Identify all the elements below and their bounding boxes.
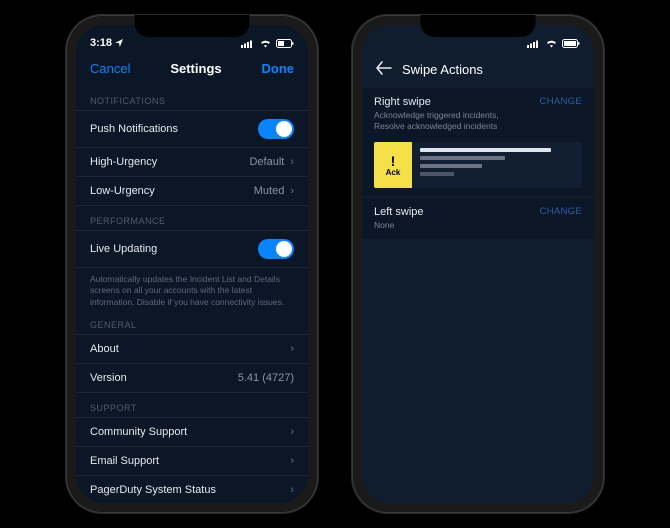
- page-title: Settings: [170, 61, 221, 76]
- row-label: Live Updating: [90, 243, 157, 255]
- signal-icon: [527, 39, 541, 48]
- row-value: Default: [249, 156, 284, 168]
- row-label: About: [90, 343, 119, 355]
- swipe-screen: Swipe Actions Right swipe Acknowledge tr…: [362, 25, 594, 503]
- incident-preview: [412, 142, 582, 188]
- navbar: Cancel Settings Done: [76, 55, 308, 86]
- status-time: 3:18: [90, 37, 123, 49]
- left-swipe-title: Left swipe: [374, 206, 424, 218]
- live-toggle[interactable]: [258, 239, 294, 259]
- row-value: 5.41 (4727): [238, 372, 294, 384]
- chevron-right-icon: ›: [290, 426, 294, 438]
- row-system-status[interactable]: PagerDuty System Status ›: [76, 475, 308, 503]
- back-button[interactable]: [376, 61, 392, 78]
- row-low-urgency[interactable]: Low-Urgency Muted ›: [76, 176, 308, 206]
- section-header-general: GENERAL: [76, 310, 308, 334]
- row-label: Low-Urgency: [90, 185, 155, 197]
- row-push-notifications[interactable]: Push Notifications: [76, 110, 308, 147]
- navbar: Swipe Actions: [362, 55, 594, 88]
- chevron-right-icon: ›: [290, 484, 294, 496]
- page-title: Swipe Actions: [402, 62, 483, 77]
- chevron-right-icon: ›: [290, 455, 294, 467]
- right-swipe-title: Right swipe: [374, 96, 499, 108]
- row-version: Version 5.41 (4727): [76, 363, 308, 393]
- row-label: Push Notifications: [90, 123, 178, 135]
- cancel-button[interactable]: Cancel: [90, 61, 130, 76]
- row-label: PagerDuty System Status: [90, 484, 216, 496]
- wifi-icon: [545, 39, 558, 48]
- done-button[interactable]: Done: [261, 61, 294, 76]
- row-email-support[interactable]: Email Support ›: [76, 446, 308, 475]
- section-header-performance: PERFORMANCE: [76, 206, 308, 230]
- preview-line: [420, 156, 505, 160]
- location-icon: [115, 39, 123, 47]
- row-community-support[interactable]: Community Support ›: [76, 417, 308, 446]
- section-header-notifications: NOTIFICATIONS: [76, 86, 308, 110]
- preview-line: [420, 148, 551, 152]
- left-swipe-sub: None: [374, 220, 424, 231]
- row-value: Muted: [254, 185, 285, 197]
- battery-icon: [276, 39, 294, 48]
- status-time: [376, 37, 379, 49]
- notch: [421, 15, 536, 37]
- row-about[interactable]: About ›: [76, 334, 308, 363]
- row-live-updating[interactable]: Live Updating: [76, 230, 308, 268]
- section-header-support: SUPPORT: [76, 393, 308, 417]
- chevron-right-icon: ›: [290, 156, 294, 168]
- phone-left: 3:18 Cancel Settings Done: [66, 15, 318, 513]
- row-label: Community Support: [90, 426, 187, 438]
- clock-text: 3:18: [90, 37, 112, 49]
- exclamation-icon: !: [391, 154, 396, 168]
- push-toggle[interactable]: [258, 119, 294, 139]
- wifi-icon: [259, 39, 272, 48]
- preview-line: [420, 164, 482, 168]
- left-swipe-block: Left swipe None CHANGE: [362, 198, 594, 239]
- preview-line: [420, 172, 454, 176]
- row-label: Version: [90, 372, 127, 384]
- row-label: High-Urgency: [90, 156, 157, 168]
- notch: [135, 15, 250, 37]
- battery-icon: [562, 39, 580, 48]
- settings-screen: 3:18 Cancel Settings Done: [76, 25, 308, 503]
- row-label: Email Support: [90, 455, 159, 467]
- signal-icon: [241, 39, 255, 48]
- phone-right: Swipe Actions Right swipe Acknowledge tr…: [352, 15, 604, 513]
- ack-action: ! Ack: [374, 142, 412, 188]
- chevron-right-icon: ›: [290, 185, 294, 197]
- row-high-urgency[interactable]: High-Urgency Default ›: [76, 147, 308, 176]
- right-swipe-block: Right swipe Acknowledge triggered incide…: [362, 88, 594, 196]
- right-change-button[interactable]: CHANGE: [540, 96, 582, 107]
- right-swipe-sub: Acknowledge triggered incidents, Resolve…: [374, 110, 499, 132]
- live-updating-desc: Automatically updates the Incident List …: [76, 268, 308, 310]
- swipe-preview: ! Ack: [374, 142, 582, 188]
- left-change-button[interactable]: CHANGE: [540, 206, 582, 217]
- ack-label: Ack: [386, 168, 401, 177]
- chevron-right-icon: ›: [290, 343, 294, 355]
